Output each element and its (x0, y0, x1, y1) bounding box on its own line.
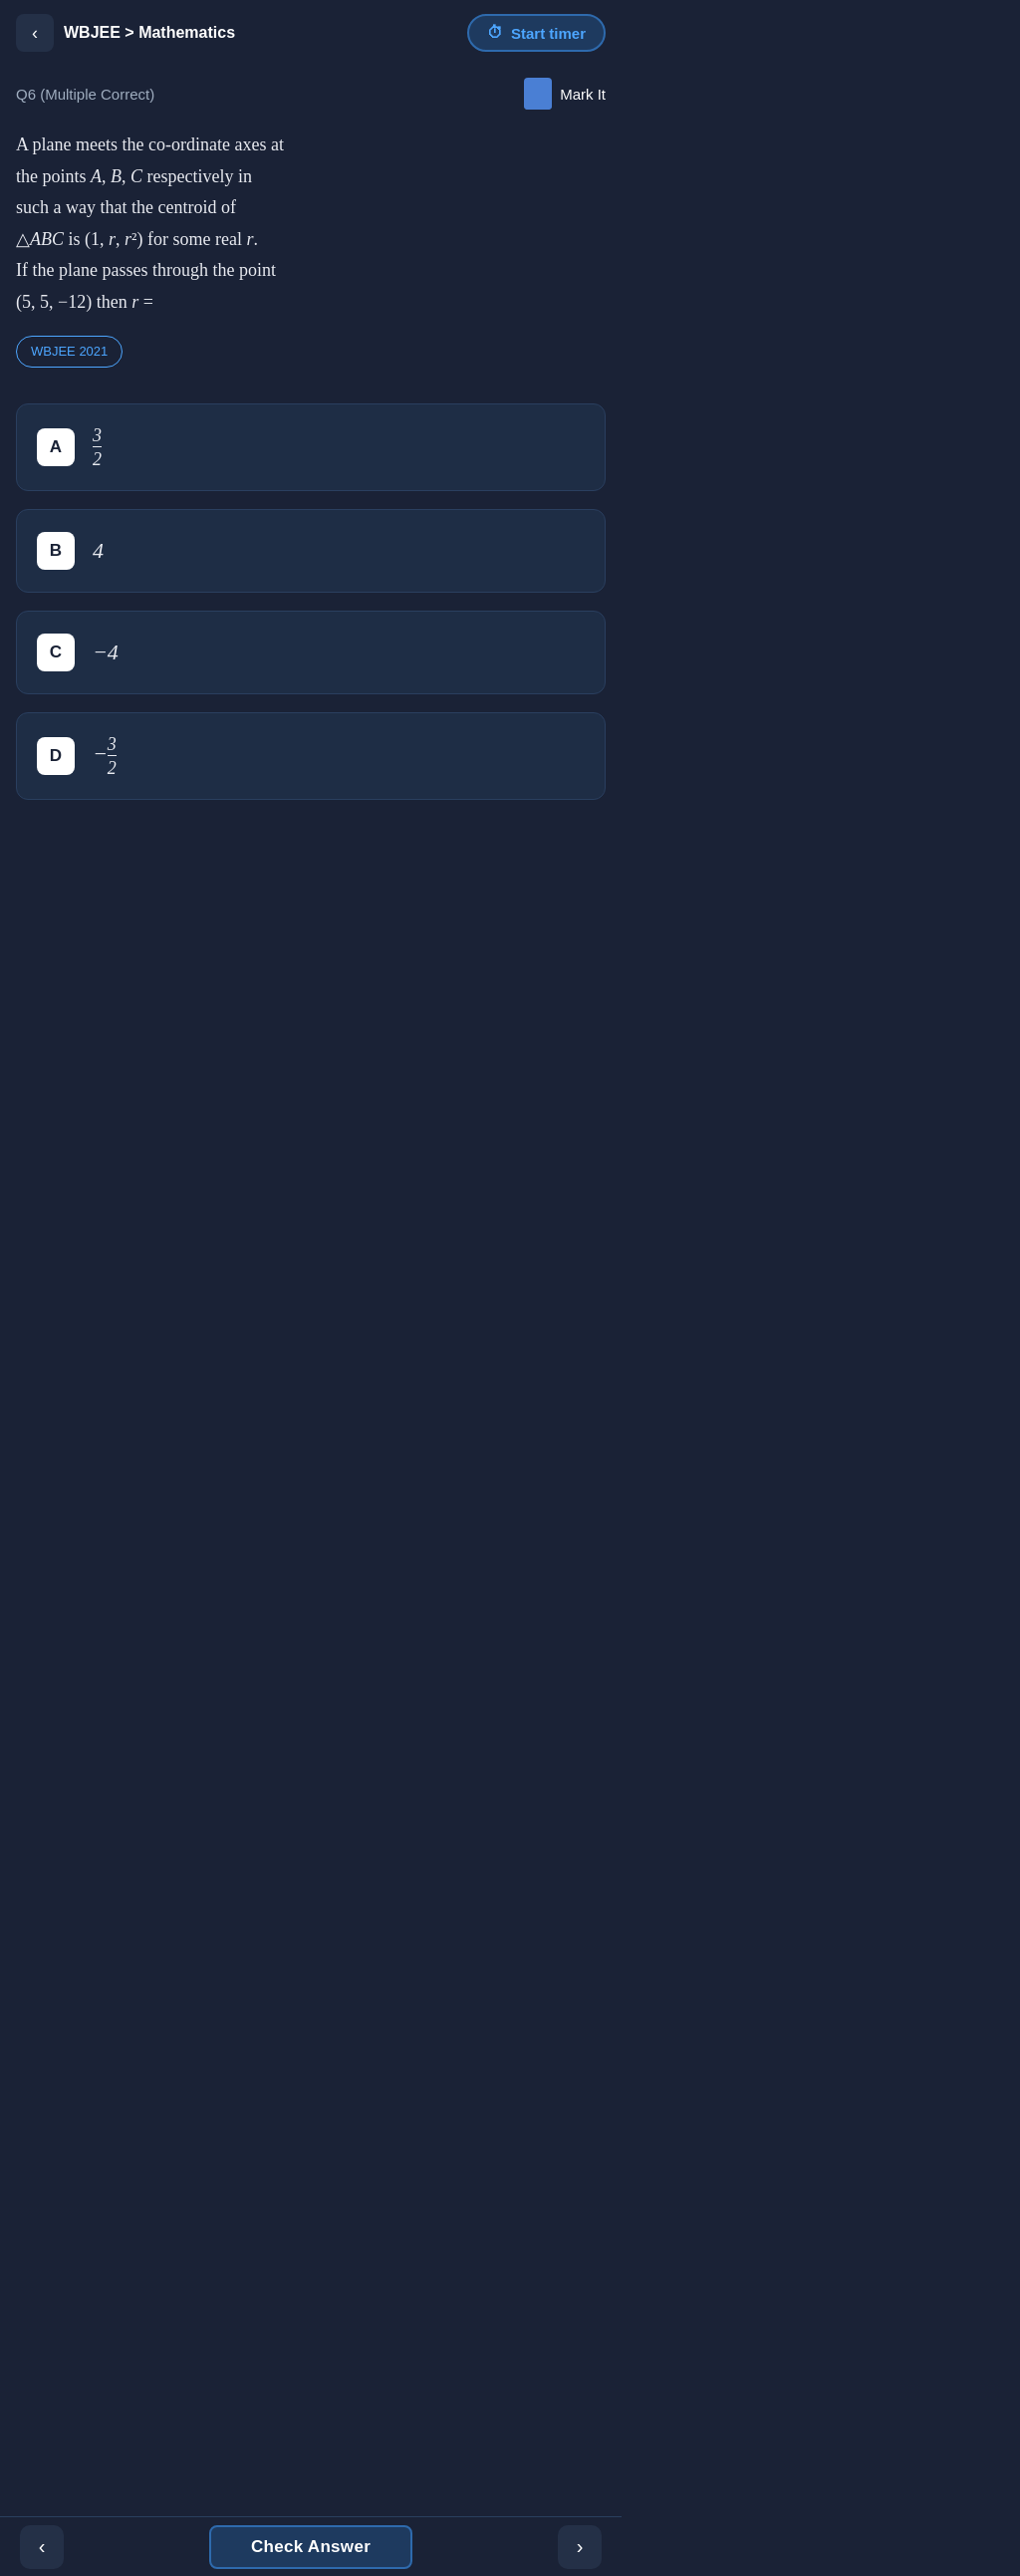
fraction-denominator: 2 (93, 448, 102, 468)
options-container: A 3 2 B 4 C −4 D − 3 2 (0, 384, 622, 820)
option-a-card[interactable]: A 3 2 (16, 403, 606, 491)
question-meta: Q6 (Multiple Correct) Mark It (0, 66, 622, 118)
breadcrumb: WBJEE > Mathematics (64, 24, 235, 42)
mark-it-label: Mark It (560, 86, 606, 103)
question-body: A plane meets the co-ordinate axes at th… (0, 118, 622, 384)
bookmark-icon (524, 78, 552, 110)
option-c-value: −4 (93, 640, 119, 665)
back-icon: ‹ (32, 23, 38, 44)
option-d-value: − 3 2 (93, 735, 117, 777)
start-timer-button[interactable]: ⏱ Start timer (467, 14, 606, 52)
question-line-5: If the plane passes through the point (16, 255, 606, 287)
option-c-card[interactable]: C −4 (16, 611, 606, 694)
question-text: A plane meets the co-ordinate axes at th… (16, 129, 606, 318)
fraction-neg-numerator: 3 (108, 735, 117, 756)
option-b-card[interactable]: B 4 (16, 509, 606, 593)
question-line-6: (5, 5, −12) then r = (16, 287, 606, 319)
back-button[interactable]: ‹ (16, 14, 54, 52)
fraction-numerator: 3 (93, 426, 102, 447)
question-line-3: such a way that the centroid of (16, 192, 606, 224)
fraction-3-2: 3 2 (93, 426, 102, 468)
option-b-value: 4 (93, 538, 104, 564)
tag-container: WBJEE 2021 (16, 336, 606, 368)
option-c-letter: C (37, 634, 75, 671)
option-a-value: 3 2 (93, 426, 102, 468)
question-line-1: A plane meets the co-ordinate axes at (16, 129, 606, 161)
option-b-letter: B (37, 532, 75, 570)
option-a-letter: A (37, 428, 75, 466)
fraction-neg-3-2: 3 2 (108, 735, 117, 777)
timer-icon: ⏱ (487, 24, 503, 42)
question-tag: WBJEE 2021 (16, 336, 123, 368)
question-label: Q6 (Multiple Correct) (16, 86, 154, 103)
mark-it-button[interactable]: Mark It (524, 78, 606, 110)
question-line-2: the points A, B, C respectively in (16, 161, 606, 193)
header: ‹ WBJEE > Mathematics ⏱ Start timer (0, 0, 622, 66)
question-line-4: △ABC is (1, r, r²) for some real r. (16, 224, 606, 256)
option-d-letter: D (37, 737, 75, 775)
fraction-neg-denominator: 2 (108, 757, 117, 777)
header-left: ‹ WBJEE > Mathematics (16, 14, 235, 52)
start-timer-label: Start timer (511, 25, 586, 42)
option-d-card[interactable]: D − 3 2 (16, 712, 606, 800)
